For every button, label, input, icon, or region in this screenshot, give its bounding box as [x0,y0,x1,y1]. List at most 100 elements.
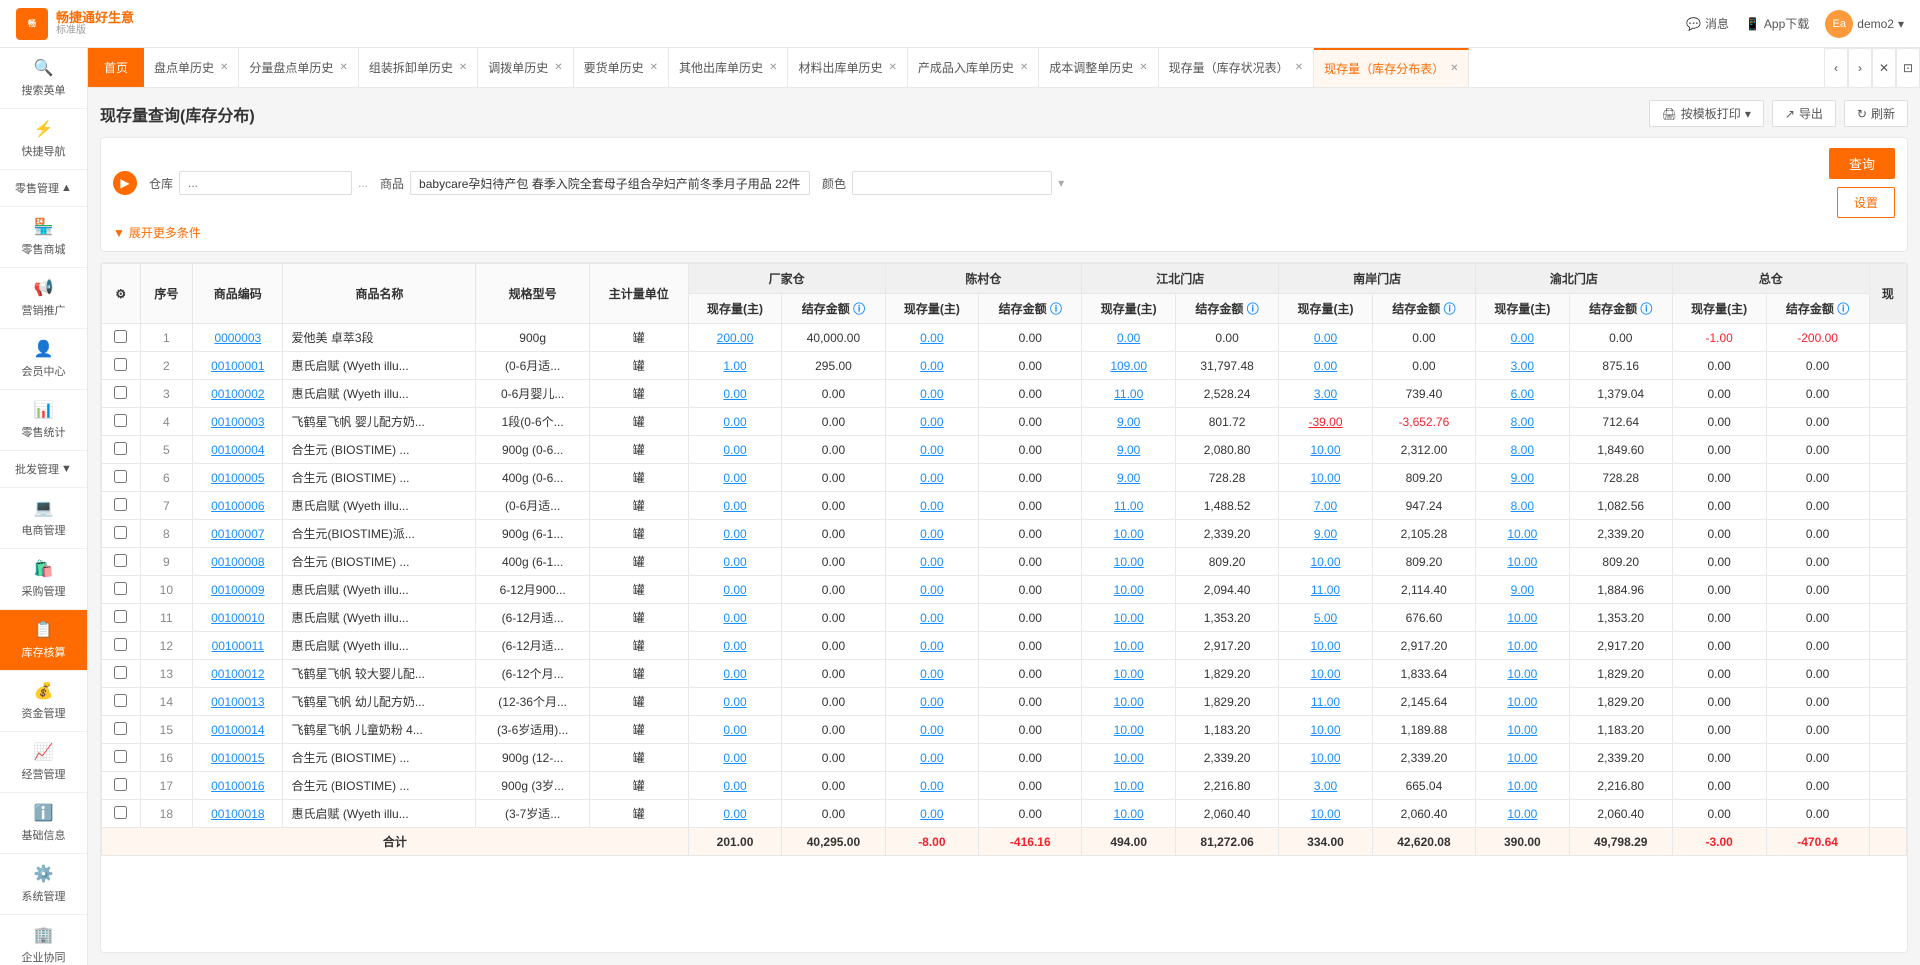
cell-nanan-stock[interactable]: 5.00 [1279,604,1373,632]
cell-code[interactable]: 00100011 [193,632,283,660]
sidebar-item-wholesale[interactable]: 批发管理 ▼ [0,451,87,488]
cell-yubei-stock[interactable]: 10.00 [1476,632,1570,660]
sidebar-item-search[interactable]: 🔍 搜索英单 [0,48,87,109]
cell-yubei-stock[interactable]: 10.00 [1476,604,1570,632]
tab-material-out-close[interactable]: ✕ [888,62,896,73]
cell-nanan-stock[interactable]: 9.00 [1279,520,1373,548]
tab-purchase-order[interactable]: 要货单历史 ✕ [574,48,669,88]
sidebar-item-retail-mgmt[interactable]: 零售管理 ▲ [0,170,87,207]
row-checkbox[interactable] [114,582,127,595]
sidebar-item-basic-info[interactable]: ℹ️ 基础信息 [0,793,87,854]
tab-stock-dist-close[interactable]: ✕ [1450,63,1458,74]
row-checkbox[interactable] [114,330,127,343]
row-checkbox[interactable] [114,498,127,511]
sidebar-item-quick-nav[interactable]: ⚡ 快捷导航 [0,109,87,170]
cell-jiangbei-stock[interactable]: 9.00 [1082,436,1176,464]
cell-checkbox[interactable] [102,744,141,772]
cell-nanan-stock[interactable]: 10.00 [1279,744,1373,772]
row-checkbox[interactable] [114,386,127,399]
cell-factory-stock[interactable]: 0.00 [688,436,782,464]
cell-factory-stock[interactable]: 0.00 [688,660,782,688]
tab-production-in-close[interactable]: ✕ [1020,62,1028,73]
cell-jiangbei-stock[interactable]: 10.00 [1082,800,1176,828]
cell-factory-stock[interactable]: 0.00 [688,548,782,576]
cell-jiangbei-stock[interactable]: 10.00 [1082,716,1176,744]
cell-nanan-stock[interactable]: 10.00 [1279,548,1373,576]
tab-production-in[interactable]: 产成品入库单历史 ✕ [908,48,1039,88]
cell-factory-stock[interactable]: 0.00 [688,576,782,604]
cell-yubei-stock[interactable]: 9.00 [1476,464,1570,492]
cell-nanan-stock[interactable]: 10.00 [1279,716,1373,744]
sidebar-item-finance[interactable]: 💰 资金管理 [0,671,87,732]
tab-dept-stocktake[interactable]: 分量盘点单历史 ✕ [239,48,358,88]
row-checkbox[interactable] [114,442,127,455]
cell-checkbox[interactable] [102,800,141,828]
tab-stocktake[interactable]: 盘点单历史 ✕ [144,48,239,88]
cell-factory-stock[interactable]: 0.00 [688,492,782,520]
filter-toggle-btn[interactable]: ▶ [113,171,137,195]
tabs-close-all-btn[interactable]: ✕ [1872,48,1896,88]
cell-yubei-stock[interactable]: 3.00 [1476,352,1570,380]
cell-jiangbei-stock[interactable]: 10.00 [1082,744,1176,772]
cell-code[interactable]: 00100005 [193,464,283,492]
cell-chen-stock[interactable]: 0.00 [885,352,979,380]
sidebar-item-enterprise[interactable]: 🏢 企业协同 [0,915,87,965]
tab-stocktake-close[interactable]: ✕ [220,62,228,73]
cell-yubei-stock[interactable]: 8.00 [1476,492,1570,520]
tab-other-out-close[interactable]: ✕ [769,62,777,73]
cell-code[interactable]: 0000003 [193,324,283,352]
cell-factory-stock[interactable]: 0.00 [688,688,782,716]
cell-code[interactable]: 00100014 [193,716,283,744]
sidebar-item-member[interactable]: 👤 会员中心 [0,329,87,390]
cell-chen-stock[interactable]: 0.00 [885,492,979,520]
cell-factory-stock[interactable]: 0.00 [688,604,782,632]
row-checkbox[interactable] [114,554,127,567]
tab-purchase-order-close[interactable]: ✕ [650,62,658,73]
cell-jiangbei-stock[interactable]: 9.00 [1082,408,1176,436]
tab-combo-close[interactable]: ✕ [459,62,467,73]
cell-code[interactable]: 00100008 [193,548,283,576]
cell-checkbox[interactable] [102,576,141,604]
cell-yubei-stock[interactable]: 10.00 [1476,800,1570,828]
row-checkbox[interactable] [114,806,127,819]
cell-chen-stock[interactable]: 0.00 [885,576,979,604]
cell-factory-stock[interactable]: 1.00 [688,352,782,380]
cell-jiangbei-stock[interactable]: 11.00 [1082,492,1176,520]
cell-chen-stock[interactable]: 0.00 [885,772,979,800]
cell-jiangbei-stock[interactable]: 10.00 [1082,576,1176,604]
cell-checkbox[interactable] [102,716,141,744]
cell-code[interactable]: 00100002 [193,380,283,408]
cell-nanan-stock[interactable]: 3.00 [1279,380,1373,408]
cell-checkbox[interactable] [102,688,141,716]
cell-factory-stock[interactable]: 0.00 [688,800,782,828]
cell-yubei-stock[interactable]: 10.00 [1476,548,1570,576]
row-checkbox[interactable] [114,694,127,707]
row-checkbox[interactable] [114,722,127,735]
sidebar-item-marketing[interactable]: 📢 营销推广 [0,268,87,329]
cell-jiangbei-stock[interactable]: 10.00 [1082,772,1176,800]
cell-code[interactable]: 00100001 [193,352,283,380]
cell-checkbox[interactable] [102,492,141,520]
user-area[interactable]: Ea demo2 ▾ [1825,10,1904,38]
tab-combo[interactable]: 组装拆卸单历史 ✕ [359,48,478,88]
cell-factory-stock[interactable]: 0.00 [688,408,782,436]
cell-chen-stock[interactable]: 0.00 [885,744,979,772]
cell-nanan-stock[interactable]: 10.00 [1279,464,1373,492]
cell-jiangbei-stock[interactable]: 109.00 [1082,352,1176,380]
sidebar-item-ecommerce[interactable]: 💻 电商管理 [0,488,87,549]
cell-chen-stock[interactable]: 0.00 [885,660,979,688]
color-input[interactable] [852,171,1052,195]
warehouse-input[interactable] [179,171,352,195]
cell-jiangbei-stock[interactable]: 10.00 [1082,688,1176,716]
tab-stock-dist[interactable]: 现存量（库存分布表） ✕ [1314,48,1469,88]
cell-checkbox[interactable] [102,548,141,576]
cell-checkbox[interactable] [102,436,141,464]
cell-code[interactable]: 00100003 [193,408,283,436]
cell-yubei-stock[interactable]: 8.00 [1476,408,1570,436]
cell-checkbox[interactable] [102,380,141,408]
tabs-expand-btn[interactable]: ⊡ [1896,48,1920,88]
row-checkbox[interactable] [114,610,127,623]
tab-cost-adjust[interactable]: 成本调整单历史 ✕ [1039,48,1158,88]
cell-factory-stock[interactable]: 200.00 [688,324,782,352]
tab-stock-status-close[interactable]: ✕ [1295,62,1303,73]
